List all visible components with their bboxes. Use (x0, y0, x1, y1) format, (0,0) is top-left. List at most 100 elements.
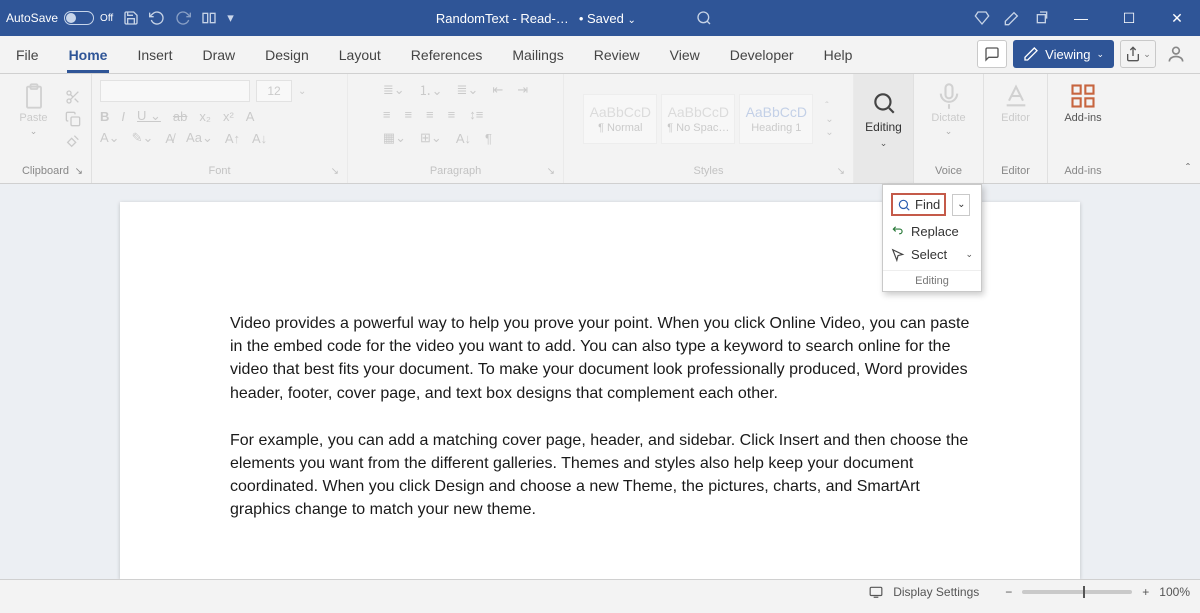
multilevel-button[interactable]: ≣⌄ (457, 82, 479, 98)
restore-window-icon[interactable] (1034, 10, 1050, 26)
increase-indent-button[interactable]: ⇥ (517, 82, 528, 98)
style-nospacing[interactable]: AaBbCcD ¶ No Spac… (661, 94, 735, 144)
font-color-button[interactable]: A⌄ (100, 130, 120, 146)
editing-button[interactable]: Editing ⌄ (862, 90, 905, 149)
tab-help[interactable]: Help (822, 39, 855, 73)
document-title: RandomText - Read-… (436, 11, 569, 26)
tab-references[interactable]: References (409, 39, 485, 73)
quick-access-icon[interactable] (201, 10, 217, 26)
undo-icon[interactable] (149, 10, 165, 26)
clear-formatting-button[interactable]: A̸ (165, 131, 174, 146)
minimize-button[interactable]: — (1064, 10, 1098, 26)
shading-button[interactable]: ▦⌄ (383, 130, 406, 146)
dialog-launcher-icon[interactable]: ↘ (837, 166, 845, 177)
save-icon[interactable] (123, 10, 139, 26)
bullets-button[interactable]: ≣⌄ (383, 82, 405, 98)
wand-icon[interactable] (1004, 10, 1020, 26)
tab-insert[interactable]: Insert (135, 39, 174, 73)
grow-font-button[interactable]: A↑ (225, 131, 240, 146)
autosave-toggle[interactable]: AutoSave Off (6, 11, 113, 25)
zoom-out-button[interactable]: − (1005, 585, 1012, 599)
diamond-icon[interactable] (974, 10, 990, 26)
tab-draw[interactable]: Draw (200, 39, 237, 73)
addins-button[interactable]: Add-ins (1060, 80, 1106, 126)
italic-button[interactable]: I (121, 109, 125, 124)
tab-view[interactable]: View (668, 39, 702, 73)
paragraph-2[interactable]: For example, you can add a matching cove… (230, 429, 980, 522)
title-bar: AutoSave Off ▾ RandomText - Read-… • Sav… (0, 0, 1200, 36)
paste-button[interactable]: Paste ⌄ (11, 80, 57, 139)
toggle-icon (64, 11, 94, 25)
dictate-button[interactable]: Dictate ⌄ (926, 80, 972, 139)
cut-icon[interactable] (65, 89, 81, 105)
person-icon (1166, 44, 1186, 64)
redo-icon[interactable] (175, 10, 191, 26)
align-right-button[interactable]: ≡ (426, 107, 434, 122)
close-button[interactable]: ✕ (1160, 10, 1194, 27)
font-size-combo[interactable]: 12 (256, 80, 292, 102)
show-hide-button[interactable]: ¶ (485, 131, 492, 146)
display-settings-label[interactable]: Display Settings (893, 585, 979, 599)
display-settings-icon[interactable] (869, 585, 883, 599)
group-label: Font (208, 165, 230, 177)
dialog-launcher-icon[interactable]: ↘ (547, 166, 555, 177)
maximize-button[interactable]: ☐ (1112, 10, 1146, 27)
format-painter-icon[interactable] (65, 133, 81, 149)
select-menu-item[interactable]: Select ⌄ (883, 243, 981, 266)
subscript-button[interactable]: x₂ (199, 109, 211, 124)
align-left-button[interactable]: ≡ (383, 107, 391, 122)
comments-button[interactable] (977, 40, 1007, 68)
sort-button[interactable]: A↓ (456, 131, 471, 146)
tab-design[interactable]: Design (263, 39, 311, 73)
editor-button[interactable]: Editor (993, 80, 1039, 126)
viewing-mode-button[interactable]: Viewing ⌄ (1013, 40, 1114, 68)
tab-mailings[interactable]: Mailings (510, 39, 565, 73)
replace-menu-item[interactable]: Replace (883, 220, 981, 243)
strikethrough-button[interactable]: ab (173, 109, 187, 124)
group-label: Styles (694, 165, 724, 177)
highlight-button[interactable]: ✎⌄ (132, 130, 154, 146)
dialog-launcher-icon[interactable]: ↘ (75, 166, 83, 177)
document-area[interactable]: Video provides a powerful way to help yo… (0, 184, 1200, 579)
tab-developer[interactable]: Developer (728, 39, 796, 73)
account-button[interactable] (1162, 40, 1190, 68)
superscript-button[interactable]: x² (223, 109, 234, 124)
shrink-font-button[interactable]: A↓ (252, 131, 267, 146)
dialog-launcher-icon[interactable]: ↘ (331, 166, 339, 177)
find-dropdown-arrow[interactable]: ⌄ (952, 194, 970, 216)
chevron-down-icon: ⌄ (880, 138, 888, 149)
share-button[interactable]: ⌄ (1120, 40, 1156, 68)
styles-scroll-up[interactable]: ˆ (825, 101, 833, 112)
font-name-combo[interactable] (100, 80, 250, 102)
zoom-in-button[interactable]: + (1142, 585, 1149, 599)
style-normal[interactable]: AaBbCcD ¶ Normal (583, 94, 657, 144)
collapse-ribbon-button[interactable]: ˆ (1186, 161, 1190, 175)
change-case-button[interactable]: Aa⌄ (186, 130, 213, 146)
zoom-slider[interactable] (1022, 590, 1132, 594)
decrease-indent-button[interactable]: ⇤ (492, 82, 503, 98)
find-menu-item[interactable]: Find (891, 193, 946, 216)
tab-layout[interactable]: Layout (337, 39, 383, 73)
zoom-level[interactable]: 100% (1159, 585, 1190, 599)
tab-home[interactable]: Home (67, 39, 110, 73)
tab-review[interactable]: Review (592, 39, 642, 73)
saved-state[interactable]: • Saved ⌄ (579, 11, 636, 26)
search-icon (871, 90, 897, 116)
underline-button[interactable]: U ⌄ (137, 108, 161, 124)
numbering-button[interactable]: ⒈⌄ (419, 80, 443, 99)
bold-button[interactable]: B (100, 109, 109, 124)
editing-dropdown: Find ⌄ Replace Select ⌄ Editing (882, 184, 982, 292)
line-spacing-button[interactable]: ↕≡ (469, 107, 483, 122)
text-effects-button[interactable]: A (246, 109, 255, 124)
styles-scroll-down[interactable]: ⌄ (825, 114, 833, 125)
borders-button[interactable]: ⊞⌄ (420, 130, 442, 146)
chevron-down-icon: ⌄ (1096, 49, 1104, 60)
align-center-button[interactable]: ≡ (404, 107, 412, 122)
styles-expand[interactable]: ⌄ (825, 127, 833, 138)
style-heading1[interactable]: AaBbCcD Heading 1 (739, 94, 813, 144)
paragraph-1[interactable]: Video provides a powerful way to help yo… (230, 312, 980, 405)
search-icon[interactable] (696, 10, 712, 26)
tab-file[interactable]: File (14, 39, 41, 73)
justify-button[interactable]: ≡ (448, 107, 456, 122)
copy-icon[interactable] (65, 111, 81, 127)
